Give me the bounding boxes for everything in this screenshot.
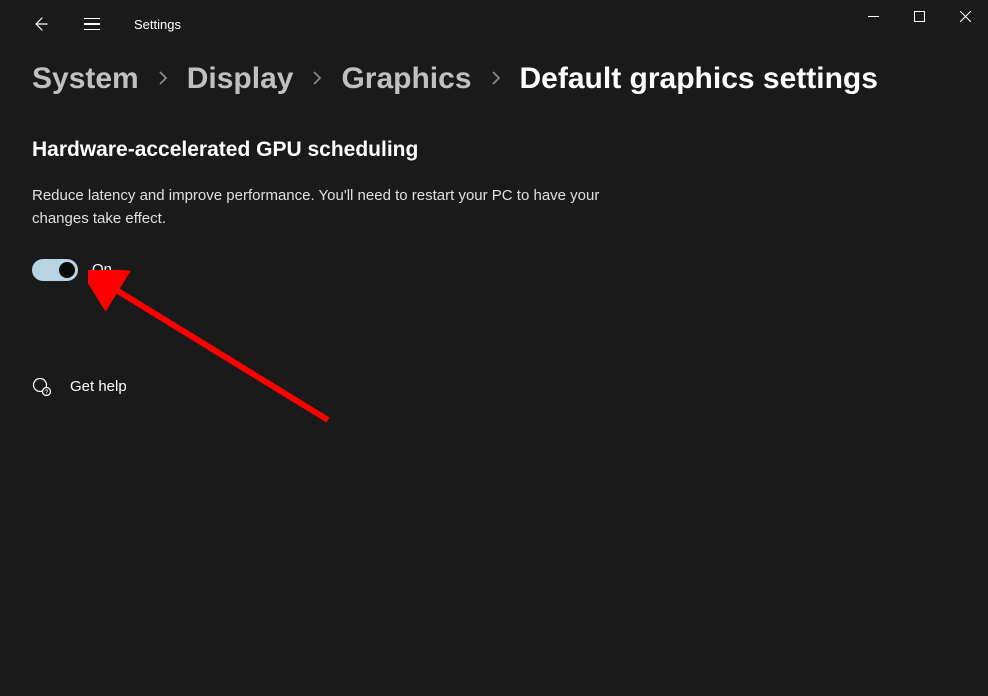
chevron-right-icon: [311, 68, 323, 91]
breadcrumb: System Display Graphics Default graphics…: [0, 48, 988, 120]
menu-button[interactable]: [72, 4, 112, 44]
back-button[interactable]: [20, 4, 60, 44]
minimize-button[interactable]: [850, 0, 896, 32]
app-title: Settings: [134, 17, 181, 32]
close-button[interactable]: [942, 0, 988, 32]
section-heading: Hardware-accelerated GPU scheduling: [32, 138, 956, 162]
toggle-knob: [59, 262, 75, 278]
breadcrumb-display[interactable]: Display: [187, 62, 294, 96]
hamburger-icon: [84, 18, 100, 31]
arrow-left-icon: [32, 16, 48, 32]
section-description: Reduce latency and improve performance. …: [32, 184, 612, 231]
chevron-right-icon: [490, 68, 502, 91]
maximize-icon: [914, 11, 925, 22]
gpu-scheduling-toggle[interactable]: [32, 259, 78, 281]
help-icon: ?: [32, 377, 52, 397]
breadcrumb-system[interactable]: System: [32, 62, 139, 96]
close-icon: [960, 11, 971, 22]
chevron-right-icon: [157, 68, 169, 91]
minimize-icon: [868, 11, 879, 22]
svg-text:?: ?: [45, 389, 49, 396]
help-label: Get help: [70, 378, 127, 395]
maximize-button[interactable]: [896, 0, 942, 32]
breadcrumb-graphics[interactable]: Graphics: [341, 62, 471, 96]
get-help-link[interactable]: ? Get help: [32, 377, 956, 397]
breadcrumb-current: Default graphics settings: [520, 62, 878, 96]
toggle-state-label: On: [92, 261, 112, 278]
